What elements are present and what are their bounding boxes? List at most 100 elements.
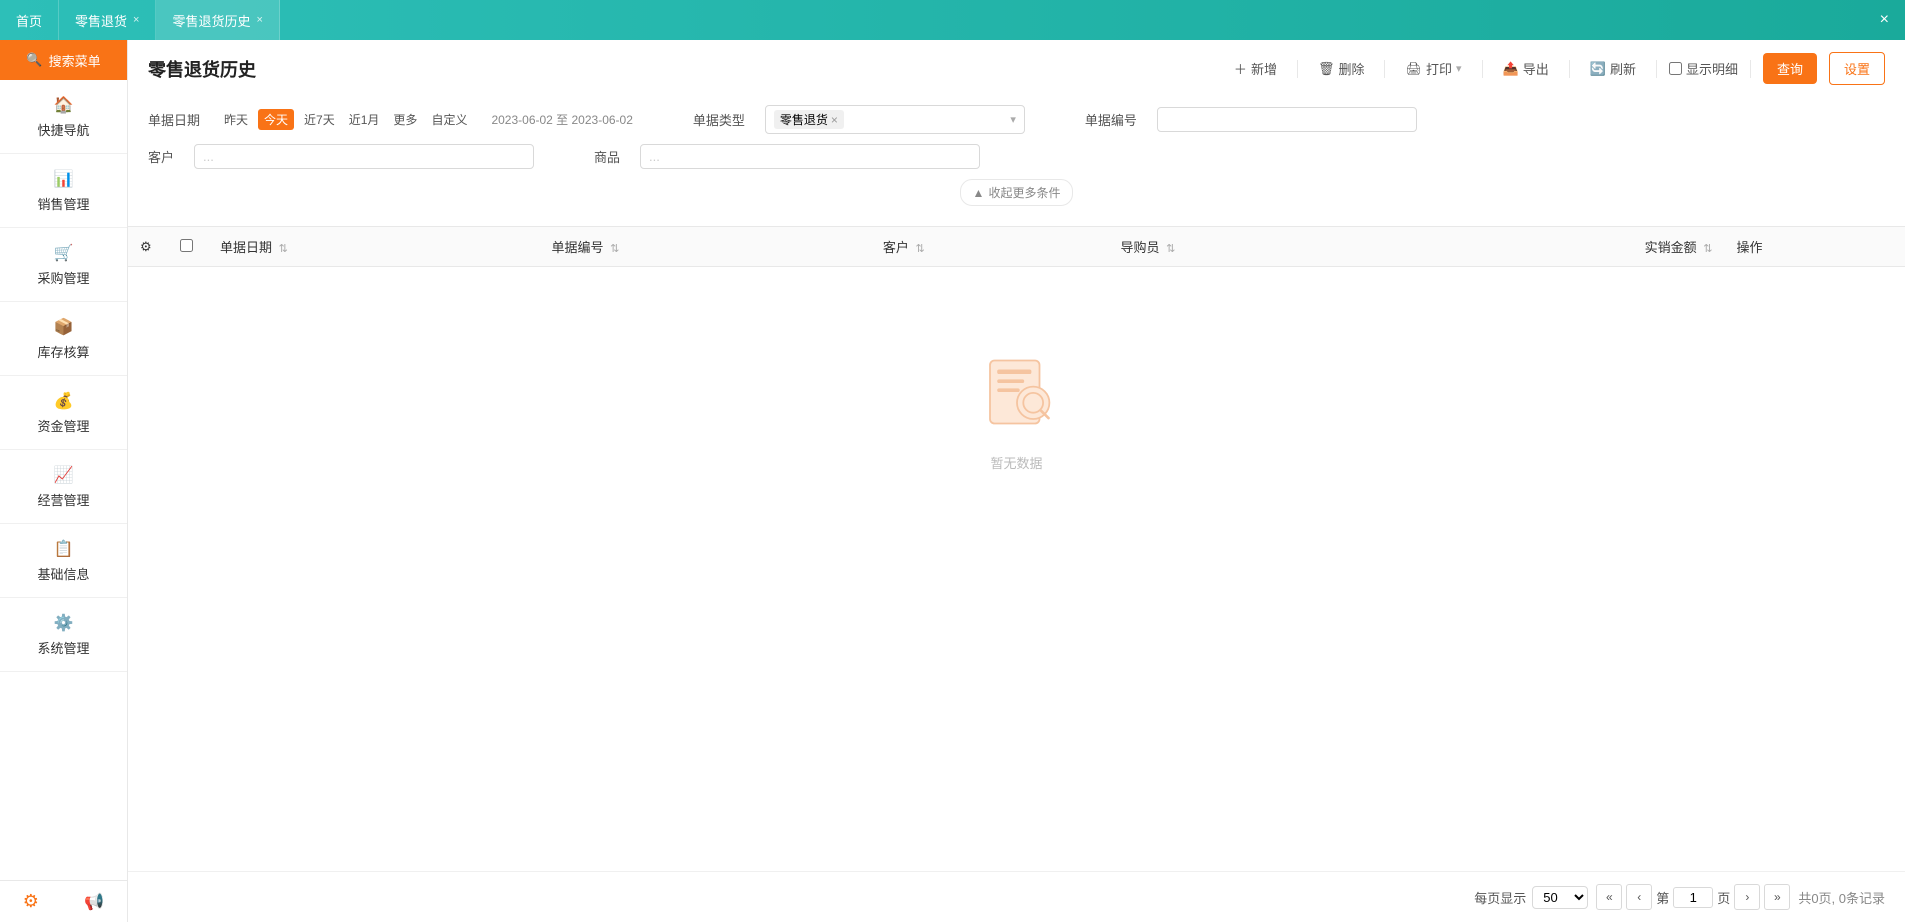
type-filter-label: 单据类型 <box>693 110 745 129</box>
export-label: 导出 <box>1523 59 1549 78</box>
filter-row-2: 客户 ... 商品 ... <box>148 144 1885 169</box>
number-filter-label: 单据编号 <box>1085 110 1137 129</box>
finance-icon: 💰 <box>53 390 75 412</box>
sidebar-item-home[interactable]: 🏠 快捷导航 <box>0 80 127 154</box>
print-button[interactable]: 🖨 打印 ▾ <box>1397 55 1469 82</box>
sidebar-item-operation[interactable]: 📈 经营管理 <box>0 450 127 524</box>
speaker-bottom-icon[interactable]: 📢 <box>84 892 104 912</box>
type-filter-value: 零售退货 × <box>774 110 1006 129</box>
select-all-checkbox[interactable] <box>180 239 193 252</box>
settings-gear-icon[interactable]: ⚙ <box>140 239 152 254</box>
date-opt-today[interactable]: 今天 <box>258 109 294 130</box>
delete-button[interactable]: 🗑 删除 <box>1310 55 1373 82</box>
empty-text: 暂无数据 <box>990 453 1042 472</box>
guide-sort-icon: ⇅ <box>1166 243 1175 255</box>
sidebar-item-inventory-label: 库存核算 <box>37 342 89 361</box>
sidebar-bottom: ⚙ 📢 <box>0 880 127 922</box>
delete-icon: 🗑 <box>1318 61 1335 77</box>
divider-1 <box>1297 60 1298 78</box>
sidebar-item-finance-label: 资金管理 <box>37 416 89 435</box>
th-checkbox[interactable] <box>168 227 208 267</box>
sidebar-item-basic[interactable]: 📋 基础信息 <box>0 524 127 598</box>
page-size-select[interactable]: 10 20 50 100 <box>1532 886 1588 909</box>
sidebar-item-purchase[interactable]: 🛒 采购管理 <box>0 228 127 302</box>
page-unit: 页 <box>1717 888 1730 907</box>
th-customer[interactable]: 客户 ⇅ <box>871 227 1109 267</box>
pagination-info: 共0页, 0条记录 <box>1798 888 1885 907</box>
sidebar-search-label: 搜索菜单 <box>49 51 101 70</box>
query-label: 查询 <box>1777 59 1803 78</box>
sidebar-item-system[interactable]: ⚙️ 系统管理 <box>0 598 127 672</box>
print-chevron: ▾ <box>1456 62 1462 75</box>
th-number[interactable]: 单据编号 ⇅ <box>539 227 870 267</box>
date-range-value: 2023-06-02 至 2023-06-02 <box>491 111 632 128</box>
date-opt-yesterday[interactable]: 昨天 <box>220 109 252 130</box>
table-container: ⚙ 单据日期 ⇅ 单据编号 ⇅ <box>128 227 1905 871</box>
page-header-top: 零售退货历史 ＋ 新增 🗑 删除 🖨 打印 ▾ <box>148 52 1885 85</box>
basic-icon: 📋 <box>53 538 75 560</box>
collapse-button[interactable]: ▲ 收起更多条件 <box>960 179 1074 206</box>
date-sort-icon: ⇅ <box>279 243 288 255</box>
export-button[interactable]: 📤 导出 <box>1495 55 1557 82</box>
empty-state: 暂无数据 <box>128 267 1905 552</box>
tab-retail-return[interactable]: 零售退货 × <box>59 0 156 40</box>
number-filter-input[interactable] <box>1157 107 1417 132</box>
refresh-button[interactable]: 🔄 刷新 <box>1582 55 1644 82</box>
sidebar-items: 🏠 快捷导航 📊 销售管理 🛒 采购管理 📦 库存核算 💰 资金管理 📈 <box>0 80 127 880</box>
type-select-chevron: ▾ <box>1010 113 1016 126</box>
window-close-button[interactable]: × <box>1864 11 1905 29</box>
setting-button[interactable]: 设置 <box>1829 52 1885 85</box>
sidebar-item-inventory[interactable]: 📦 库存核算 <box>0 302 127 376</box>
customer-sort-icon: ⇅ <box>916 243 925 255</box>
date-opt-7days[interactable]: 近7天 <box>300 109 339 130</box>
goods-filter-label: 商品 <box>594 147 620 166</box>
sidebar: 🔍 搜索菜单 🏠 快捷导航 📊 销售管理 🛒 采购管理 📦 库存核算 💰 <box>0 40 128 922</box>
last-page-button[interactable]: » <box>1764 884 1790 910</box>
settings-bottom-icon[interactable]: ⚙ <box>23 891 39 912</box>
display-detail-checkbox[interactable] <box>1669 62 1682 75</box>
customer-filter-select[interactable]: ... <box>194 144 534 169</box>
th-guide[interactable]: 导购员 ⇅ <box>1109 227 1394 267</box>
date-opt-1month[interactable]: 近1月 <box>345 109 384 130</box>
tab-retail-return-label: 零售退货 <box>75 11 127 30</box>
sidebar-item-sales-label: 销售管理 <box>37 194 89 213</box>
th-amount-label: 实销金额 <box>1645 240 1697 255</box>
date-opt-more[interactable]: 更多 <box>389 109 421 130</box>
page-label: 第 <box>1656 888 1669 907</box>
sidebar-item-finance[interactable]: 💰 资金管理 <box>0 376 127 450</box>
sidebar-item-operation-label: 经营管理 <box>37 490 89 509</box>
query-button[interactable]: 查询 <box>1763 53 1817 84</box>
tab-home[interactable]: 首页 <box>0 0 59 40</box>
pagination-size: 每页显示 10 20 50 100 <box>1474 886 1588 909</box>
sidebar-item-basic-label: 基础信息 <box>37 564 89 583</box>
prev-page-button[interactable]: ‹ <box>1626 884 1652 910</box>
sidebar-item-sales[interactable]: 📊 销售管理 <box>0 154 127 228</box>
display-detail-checkbox-label[interactable]: 显示明细 <box>1669 59 1738 78</box>
tab-retail-return-close[interactable]: × <box>133 14 139 26</box>
table-header-row: ⚙ 单据日期 ⇅ 单据编号 ⇅ <box>128 227 1905 267</box>
top-bar: 首页 零售退货 × 零售退货历史 × × <box>0 0 1905 40</box>
filter-area: 单据日期 昨天 今天 近7天 近1月 更多 自定义 2023-06-02 至 2… <box>148 97 1885 216</box>
tab-retail-return-history-close[interactable]: × <box>256 14 262 26</box>
th-guide-label: 导购员 <box>1121 240 1160 255</box>
first-page-button[interactable]: « <box>1596 884 1622 910</box>
type-filter-select[interactable]: 零售退货 × ▾ <box>765 105 1025 134</box>
system-icon: ⚙️ <box>53 612 75 634</box>
customer-filter-label: 客户 <box>148 147 174 166</box>
next-page-button[interactable]: › <box>1734 884 1760 910</box>
operation-icon: 📈 <box>53 464 75 486</box>
sidebar-search[interactable]: 🔍 搜索菜单 <box>0 40 127 80</box>
export-icon: 📤 <box>1503 61 1519 77</box>
page-number-input[interactable] <box>1673 887 1713 908</box>
th-amount[interactable]: 实销金额 ⇅ <box>1393 227 1724 267</box>
new-button[interactable]: ＋ 新增 <box>1226 55 1285 82</box>
date-opt-custom[interactable]: 自定义 <box>427 109 471 130</box>
th-date[interactable]: 单据日期 ⇅ <box>208 227 539 267</box>
number-sort-icon: ⇅ <box>610 243 619 255</box>
goods-filter-select[interactable]: ... <box>640 144 980 169</box>
type-tag-close[interactable]: × <box>831 113 838 127</box>
th-settings[interactable]: ⚙ <box>128 227 168 267</box>
divider-6 <box>1750 60 1751 78</box>
search-icon: 🔍 <box>26 52 42 68</box>
tab-retail-return-history[interactable]: 零售退货历史 × <box>156 0 279 40</box>
